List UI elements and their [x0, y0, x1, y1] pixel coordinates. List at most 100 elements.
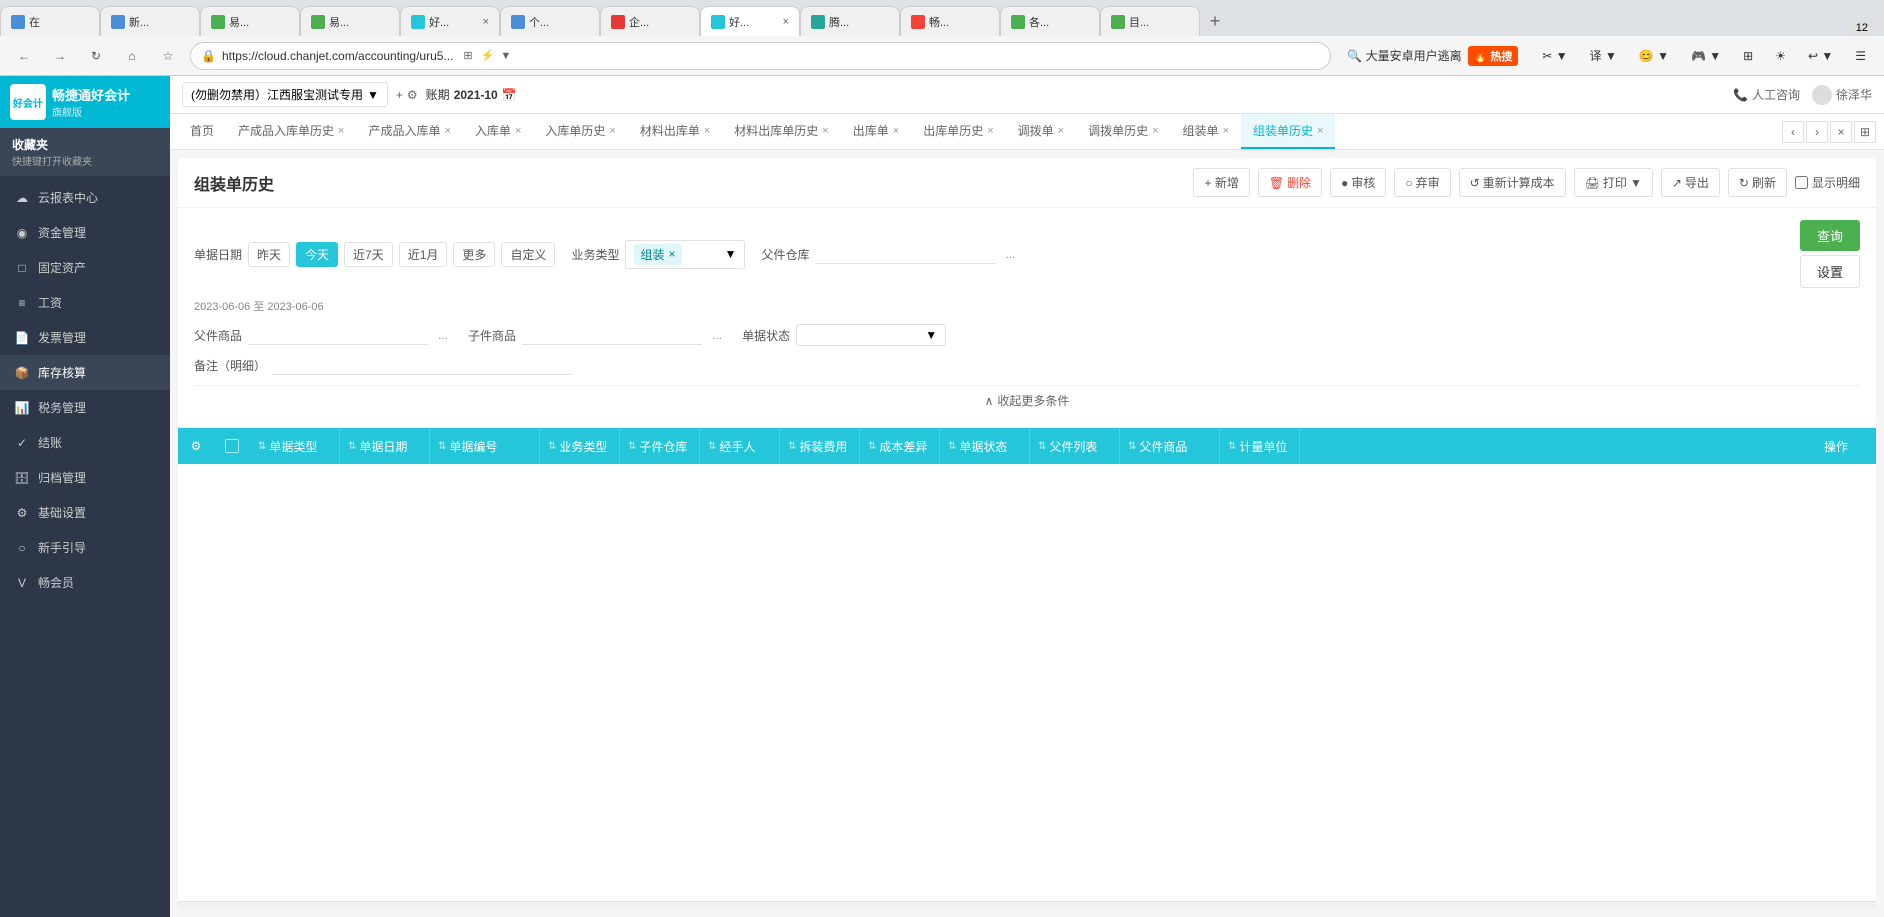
browser-tab-10[interactable]: 各...	[1000, 6, 1100, 36]
sidebar-item-checkout[interactable]: ✓ 结账	[0, 425, 170, 460]
home-button[interactable]: ⌂	[118, 42, 146, 70]
approve-btn[interactable]: ● 审核	[1330, 168, 1386, 197]
browser-tab-6[interactable]: 企...	[600, 6, 700, 36]
th-diff[interactable]: ⇅ 成本差异	[860, 428, 940, 464]
tab-close-8[interactable]: ×	[987, 125, 993, 137]
tab-close-1[interactable]: ×	[338, 125, 344, 137]
biz-type-dropdown[interactable]: ▼	[725, 247, 737, 261]
th-biz[interactable]: ⇅ 业务类型	[540, 428, 620, 464]
th-date[interactable]: ⇅ 单据日期	[340, 428, 430, 464]
new-tab-button[interactable]: +	[1200, 6, 1230, 36]
emoji-btn[interactable]: 😊 ▼	[1631, 43, 1677, 69]
th-num[interactable]: ⇅ 单据编号	[430, 428, 540, 464]
page-tab-5[interactable]: 材料出库单 ×	[628, 114, 722, 149]
page-tab-2[interactable]: 产成品入库单 ×	[356, 114, 462, 149]
page-tab-10[interactable]: 调拨单历史 ×	[1076, 114, 1170, 149]
7days-btn[interactable]: 近7天	[344, 242, 393, 267]
tab-close-6[interactable]: ×	[822, 125, 828, 137]
sidebar-item-funds[interactable]: ◉ 资金管理	[0, 215, 170, 250]
refresh-btn[interactable]: ↻ 刷新	[1728, 168, 1787, 197]
remarks-input[interactable]	[272, 356, 572, 375]
tab-close-3[interactable]: ×	[515, 125, 521, 137]
menu-btn[interactable]: ☰	[1847, 43, 1874, 69]
sidebar-item-settings[interactable]: ⚙ 基础设置	[0, 495, 170, 530]
header-checkbox[interactable]	[225, 439, 239, 453]
tab-close-2[interactable]: ×	[444, 125, 450, 137]
sidebar-item-invoice[interactable]: 📄 发票管理	[0, 320, 170, 355]
translate-btn[interactable]: 译 ▼	[1582, 43, 1625, 69]
user-area[interactable]: 徐泽华	[1812, 85, 1872, 105]
bookmark-button[interactable]: ☆	[154, 42, 182, 70]
yesterday-btn[interactable]: 昨天	[248, 242, 290, 267]
th-status[interactable]: ⇅ 单据状态	[940, 428, 1030, 464]
tab-close-4[interactable]: ×	[609, 125, 615, 137]
th-handler[interactable]: ⇅ 经手人	[700, 428, 780, 464]
tab-close-5[interactable]: ×	[704, 125, 710, 137]
child-goods-input[interactable]	[522, 326, 702, 345]
th-warehouse[interactable]: ⇅ 子件仓库	[620, 428, 700, 464]
browser-tab-9[interactable]: 畅...	[900, 6, 1000, 36]
sidebar-item-inventory[interactable]: 📦 库存核算	[0, 355, 170, 390]
page-tab-1[interactable]: 产成品入库单历史 ×	[226, 114, 356, 149]
parent-warehouse-more[interactable]: ...	[1001, 247, 1019, 261]
browser-tab-3[interactable]: 易...	[300, 6, 400, 36]
sidebar-item-reports[interactable]: ☁ 云报表中心	[0, 180, 170, 215]
sidebar-bookmark[interactable]: 收藏夹 快捷键打开收藏夹	[0, 128, 170, 176]
page-tab-8[interactable]: 出库单历史 ×	[911, 114, 1005, 149]
page-tab-home[interactable]: 首页	[178, 114, 226, 149]
settings-filter-btn[interactable]: 设置	[1800, 255, 1860, 288]
new-btn[interactable]: + 新增	[1193, 168, 1249, 197]
game-btn[interactable]: 🎮 ▼	[1683, 43, 1729, 69]
sidebar-item-assets[interactable]: □ 固定资产	[0, 250, 170, 285]
1month-btn[interactable]: 近1月	[399, 242, 448, 267]
page-tab-7[interactable]: 出库单 ×	[841, 114, 911, 149]
grid-btn[interactable]: ⊞	[1735, 43, 1761, 69]
abandon-btn[interactable]: ○ 弃审	[1394, 168, 1450, 197]
status-select[interactable]: ▼	[796, 324, 946, 346]
sidebar-item-guide[interactable]: ○ 新手引导	[0, 530, 170, 565]
cut-btn[interactable]: ✂ ▼	[1534, 43, 1575, 69]
tab-nav-right[interactable]: ›	[1806, 121, 1828, 143]
more-btn[interactable]: 更多	[453, 242, 495, 267]
query-btn[interactable]: 查询	[1800, 220, 1860, 251]
sidebar-item-salary[interactable]: ≡ 工资	[0, 285, 170, 320]
page-tab-4[interactable]: 入库单历史 ×	[533, 114, 627, 149]
tab-close-10[interactable]: ×	[1152, 125, 1158, 137]
page-tab-6[interactable]: 材料出库单历史 ×	[722, 114, 840, 149]
calendar-icon[interactable]: 📅	[502, 88, 517, 102]
undo-btn[interactable]: ↩ ▼	[1800, 43, 1841, 69]
browser-tab-7[interactable]: 好... ×	[700, 6, 800, 36]
delete-btn[interactable]: 🗑 删除	[1258, 168, 1322, 197]
browser-tab-0[interactable]: 在	[0, 6, 100, 36]
tab-close-9[interactable]: ×	[1058, 125, 1064, 137]
th-checkbox[interactable]	[214, 439, 250, 453]
page-tab-12[interactable]: 组装单历史 ×	[1241, 114, 1335, 149]
sidebar-item-member[interactable]: V 畅会员	[0, 565, 170, 600]
parent-warehouse-input[interactable]	[815, 245, 995, 264]
collapse-filters-btn[interactable]: ∧ 收起更多条件	[194, 385, 1860, 415]
tab-nav-close[interactable]: ×	[1830, 121, 1852, 143]
browser-tab-8[interactable]: 腾...	[800, 6, 900, 36]
company-selector[interactable]: (勿删勿禁用）江西服宝测试专用 ▼	[182, 82, 388, 107]
browser-tab-5[interactable]: 个...	[500, 6, 600, 36]
print-btn[interactable]: 🖨 打印 ▼	[1574, 168, 1653, 197]
display-switch[interactable]: 显示明细	[1795, 174, 1860, 191]
browser-tab-11[interactable]: 目...	[1100, 6, 1200, 36]
th-parent-goods[interactable]: ⇅ 父件商品	[1120, 428, 1220, 464]
sidebar-item-archive[interactable]: 🗄 归档管理	[0, 460, 170, 495]
export-btn[interactable]: ↗ 导出	[1661, 168, 1720, 197]
th-parent-list[interactable]: ⇅ 父件列表	[1030, 428, 1120, 464]
horizontal-scrollbar[interactable]	[178, 901, 1876, 909]
child-goods-more[interactable]: ...	[708, 328, 726, 342]
tab-close-7[interactable]: ×	[783, 16, 789, 28]
support-area[interactable]: 📞 人工咨询	[1733, 86, 1800, 103]
tab-nav-left[interactable]: ‹	[1782, 121, 1804, 143]
url-bar[interactable]: 🔒 https://cloud.chanjet.com/accounting/u…	[190, 42, 1331, 70]
browser-tab-4[interactable]: 好... ×	[400, 6, 500, 36]
tab-close-7[interactable]: ×	[893, 125, 899, 137]
display-checkbox[interactable]	[1795, 176, 1808, 189]
tab-close-11[interactable]: ×	[1223, 125, 1229, 137]
parent-goods-more[interactable]: ...	[434, 328, 452, 342]
th-settings[interactable]: ⚙	[178, 439, 214, 453]
brightness-btn[interactable]: ☀	[1767, 43, 1794, 69]
